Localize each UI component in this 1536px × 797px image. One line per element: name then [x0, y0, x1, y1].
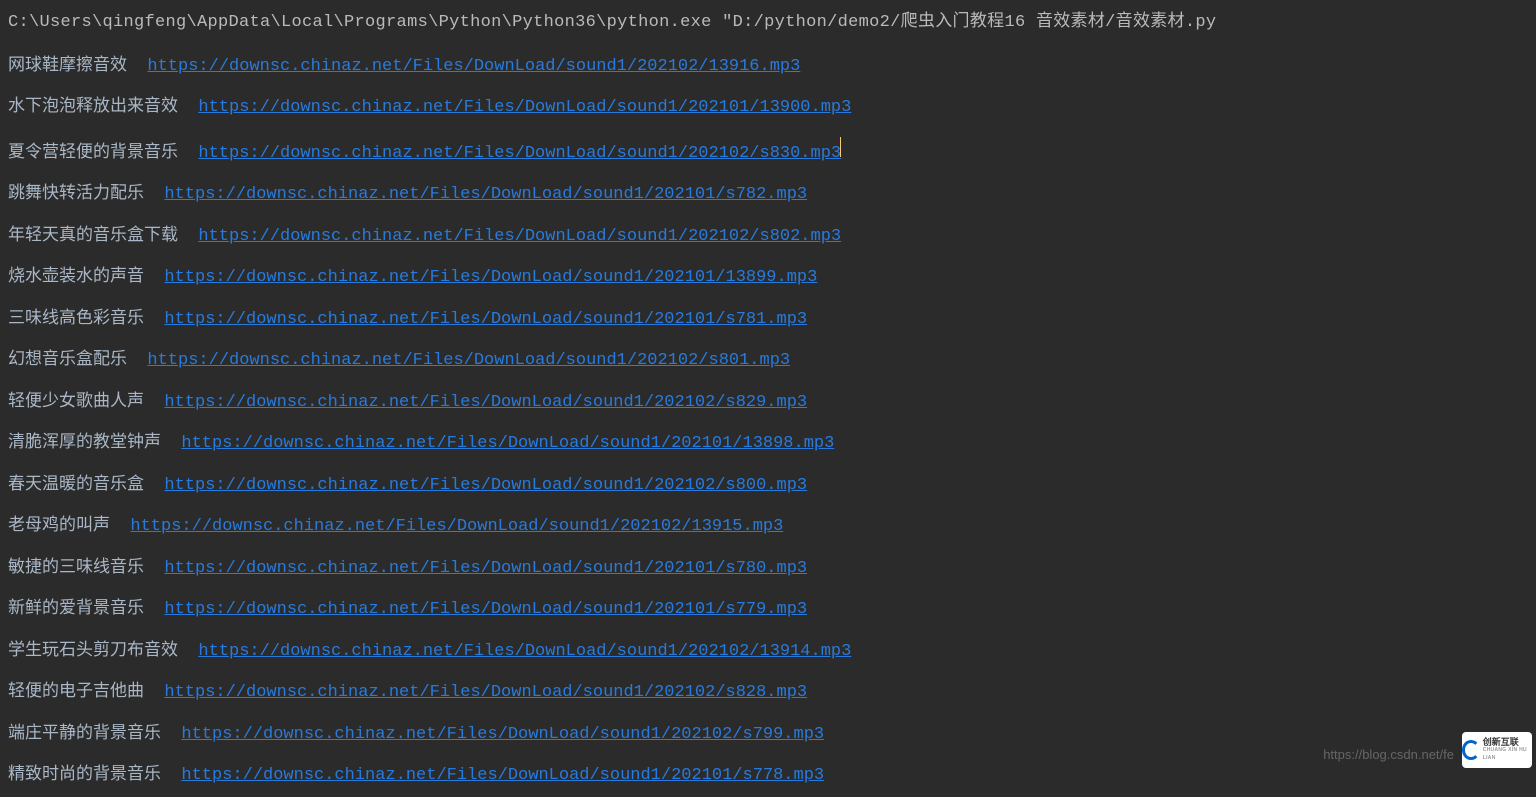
sound-url-link[interactable]: https://downsc.chinaz.net/Files/DownLoad… — [164, 390, 807, 416]
output-row: 敏捷的三味线音乐 https://downsc.chinaz.net/Files… — [8, 548, 1528, 590]
output-row: 清脆浑厚的教堂钟声 https://downsc.chinaz.net/File… — [8, 423, 1528, 465]
sound-url-link[interactable]: https://downsc.chinaz.net/Files/DownLoad… — [164, 182, 807, 208]
output-row: 老母鸡的叫声 https://downsc.chinaz.net/Files/D… — [8, 506, 1528, 548]
sound-url-link[interactable]: https://downsc.chinaz.net/Files/DownLoad… — [164, 307, 807, 333]
sound-url-link[interactable]: https://downsc.chinaz.net/Files/DownLoad… — [164, 265, 817, 291]
sound-url-link[interactable]: https://downsc.chinaz.net/Files/DownLoad… — [164, 556, 807, 582]
sound-label: 跳舞快转活力配乐 — [8, 182, 164, 208]
sound-label: 敏捷的三味线音乐 — [8, 556, 164, 582]
sound-label: 夏令营轻便的背景音乐 — [8, 141, 198, 167]
logo-text-wrap: 创新互联 CHUANG XIN HU LIAN — [1483, 738, 1532, 762]
sound-url-link[interactable]: https://downsc.chinaz.net/Files/DownLoad… — [198, 141, 841, 167]
sound-label: 幻想音乐盒配乐 — [8, 348, 147, 374]
logo-sub: CHUANG XIN HU LIAN — [1483, 747, 1532, 762]
output-row: 网球鞋摩擦音效 https://downsc.chinaz.net/Files/… — [8, 46, 1528, 88]
sound-label: 年轻天真的音乐盒下载 — [8, 224, 198, 250]
output-row: 新鲜的爱背景音乐 https://downsc.chinaz.net/Files… — [8, 589, 1528, 631]
command-line: C:\Users\qingfeng\AppData\Local\Programs… — [8, 10, 1528, 36]
sound-label: 水下泡泡释放出来音效 — [8, 95, 198, 121]
sound-label: 轻便的电子吉他曲 — [8, 680, 164, 706]
sound-url-link[interactable]: https://downsc.chinaz.net/Files/DownLoad… — [147, 54, 800, 80]
sound-label: 清脆浑厚的教堂钟声 — [8, 431, 181, 457]
output-row: 年轻天真的音乐盒下载 https://downsc.chinaz.net/Fil… — [8, 216, 1528, 258]
output-row: 春天温暖的音乐盒 https://downsc.chinaz.net/Files… — [8, 465, 1528, 507]
sound-url-link[interactable]: https://downsc.chinaz.net/Files/DownLoad… — [181, 431, 834, 457]
sound-label: 老母鸡的叫声 — [8, 514, 130, 540]
output-row: 轻便少女歌曲人声 https://downsc.chinaz.net/Files… — [8, 382, 1528, 424]
sound-url-link[interactable]: https://downsc.chinaz.net/Files/DownLoad… — [198, 95, 851, 121]
sound-url-link[interactable]: https://downsc.chinaz.net/Files/DownLoad… — [164, 597, 807, 623]
sound-url-link[interactable]: https://downsc.chinaz.net/Files/DownLoad… — [181, 763, 824, 789]
sound-label: 网球鞋摩擦音效 — [8, 54, 147, 80]
output-row: 幻想音乐盒配乐 https://downsc.chinaz.net/Files/… — [8, 340, 1528, 382]
sound-url-link[interactable]: https://downsc.chinaz.net/Files/DownLoad… — [130, 514, 783, 540]
text-cursor — [840, 137, 841, 157]
sound-label: 新鲜的爱背景音乐 — [8, 597, 164, 623]
logo-badge: 创新互联 CHUANG XIN HU LIAN — [1462, 732, 1532, 768]
output-row: 水下泡泡释放出来音效 https://downsc.chinaz.net/Fil… — [8, 87, 1528, 129]
logo-icon — [1462, 740, 1480, 760]
output-row: 精致时尚的背景音乐 https://downsc.chinaz.net/File… — [8, 755, 1528, 797]
output-row: 轻便的电子吉他曲 https://downsc.chinaz.net/Files… — [8, 672, 1528, 714]
output-row: 端庄平静的背景音乐 https://downsc.chinaz.net/File… — [8, 714, 1528, 756]
watermark-text: https://blog.csdn.net/fe — [1323, 745, 1454, 765]
sound-url-link[interactable]: https://downsc.chinaz.net/Files/DownLoad… — [181, 722, 824, 748]
logo-main: 创新互联 — [1483, 738, 1532, 747]
sound-url-link[interactable]: https://downsc.chinaz.net/Files/DownLoad… — [164, 473, 807, 499]
sound-label: 精致时尚的背景音乐 — [8, 763, 181, 789]
sound-label: 端庄平静的背景音乐 — [8, 722, 181, 748]
output-row: 学生玩石头剪刀布音效 https://downsc.chinaz.net/Fil… — [8, 631, 1528, 673]
sound-label: 学生玩石头剪刀布音效 — [8, 639, 198, 665]
sound-url-link[interactable]: https://downsc.chinaz.net/Files/DownLoad… — [198, 224, 841, 250]
output-row: 烧水壶装水的声音 https://downsc.chinaz.net/Files… — [8, 257, 1528, 299]
sound-label: 轻便少女歌曲人声 — [8, 390, 164, 416]
output-row: 三味线高色彩音乐 https://downsc.chinaz.net/Files… — [8, 299, 1528, 341]
sound-label: 烧水壶装水的声音 — [8, 265, 164, 291]
sound-label: 三味线高色彩音乐 — [8, 307, 164, 333]
sound-url-link[interactable]: https://downsc.chinaz.net/Files/DownLoad… — [198, 639, 851, 665]
sound-label: 春天温暖的音乐盒 — [8, 473, 164, 499]
sound-url-link[interactable]: https://downsc.chinaz.net/Files/DownLoad… — [147, 348, 790, 374]
sound-url-link[interactable]: https://downsc.chinaz.net/Files/DownLoad… — [164, 680, 807, 706]
console-output: 网球鞋摩擦音效 https://downsc.chinaz.net/Files/… — [8, 46, 1528, 797]
output-row: 夏令营轻便的背景音乐 https://downsc.chinaz.net/Fil… — [8, 129, 1528, 175]
output-row: 跳舞快转活力配乐 https://downsc.chinaz.net/Files… — [8, 174, 1528, 216]
